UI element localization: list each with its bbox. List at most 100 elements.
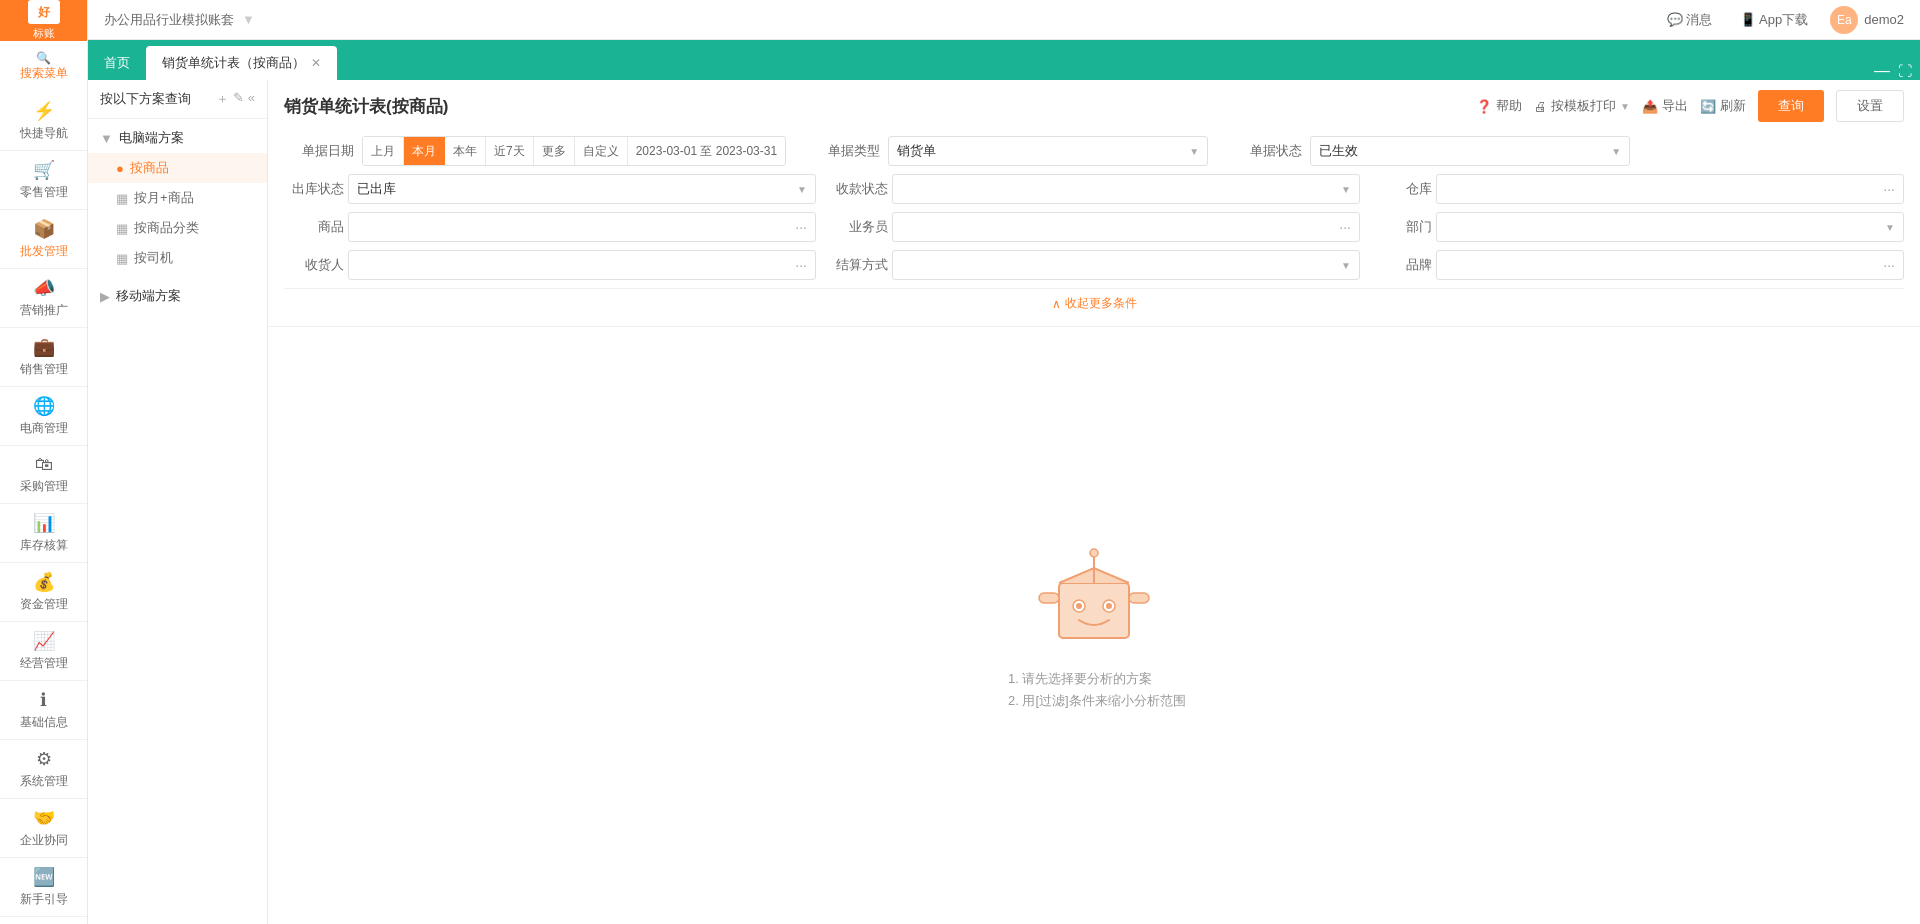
- date-btn-more[interactable]: 更多: [534, 136, 575, 166]
- sidebar-search-label: 搜索菜单: [4, 65, 83, 82]
- sidebar-basic-info-label: 基础信息: [20, 714, 68, 731]
- department-select[interactable]: ▼: [1436, 212, 1904, 242]
- user-label: demo2: [1864, 12, 1904, 27]
- tree-expand-arrow: ▼: [100, 131, 113, 146]
- svg-rect-10: [1129, 593, 1149, 603]
- svg-rect-9: [1039, 593, 1059, 603]
- sidebar-item-purchase[interactable]: 🛍 采购管理: [0, 446, 87, 504]
- filter-row-1: 单据日期 上月 本月 本年 近7天: [284, 136, 1904, 166]
- sidebar-item-quick-nav[interactable]: ⚡ 快捷导航: [0, 92, 87, 151]
- svg-rect-0: [1059, 583, 1129, 638]
- brand-input[interactable]: ···: [1436, 250, 1904, 280]
- filter-panel-title: 按以下方案查询: [100, 90, 191, 108]
- print-icon: 🖨: [1534, 99, 1547, 114]
- date-btn-this-year[interactable]: 本年: [445, 136, 486, 166]
- sidebar-item-retail[interactable]: 🛒 零售管理: [0, 151, 87, 210]
- doc-type-label: 单据类型: [810, 142, 880, 160]
- product-input[interactable]: ···: [348, 212, 816, 242]
- filter-row-4: 收货人 ··· 结算方式 ▼ 品牌: [284, 250, 1904, 280]
- tab-maximize-btn[interactable]: ⛶: [1898, 63, 1912, 79]
- department-arrow: ▼: [1885, 222, 1895, 233]
- collapse-icon[interactable]: «: [248, 90, 255, 108]
- warehouse-field: 仓库 ···: [1372, 174, 1904, 204]
- recipient-input[interactable]: ···: [348, 250, 816, 280]
- breadcrumb-arrow: ▼: [242, 12, 255, 27]
- date-btn-this-month[interactable]: 本月: [404, 136, 445, 166]
- date-btn-last7[interactable]: 近7天: [486, 136, 534, 166]
- tab-window-controls: — ⛶: [1874, 62, 1920, 80]
- sidebar-operations-label: 经营管理: [20, 655, 68, 672]
- cashier-icon: ▦: [116, 251, 128, 266]
- product-icon: ●: [116, 161, 124, 176]
- salesperson-field: 业务员 ···: [828, 212, 1360, 242]
- product-label: 商品: [284, 218, 344, 236]
- doc-type-arrow: ▼: [1189, 146, 1199, 157]
- print-arrow-icon: ▼: [1620, 101, 1630, 112]
- month-product-icon: ▦: [116, 191, 128, 206]
- tree-item-by-cashier-label: 按司机: [134, 249, 173, 267]
- sidebar-item-wholesale[interactable]: 📦 批发管理: [0, 210, 87, 269]
- salesperson-dots: ···: [1339, 219, 1351, 235]
- date-more-label: 更多: [542, 143, 566, 160]
- add-scheme-icon[interactable]: ＋: [216, 90, 229, 108]
- header-left: 办公用品行业模拟账套 ▼: [104, 11, 255, 29]
- empty-tip-1: 请先选择要分析的方案: [1022, 670, 1185, 688]
- print-btn[interactable]: 🖨 按模板打印 ▼: [1534, 97, 1630, 115]
- query-button[interactable]: 查询: [1758, 90, 1824, 122]
- tree-root-desktop[interactable]: ▼ 电脑端方案: [88, 123, 267, 153]
- sidebar-item-operations[interactable]: 📈 经营管理: [0, 622, 87, 681]
- salesperson-input[interactable]: ···: [892, 212, 1360, 242]
- tab-minimize-btn[interactable]: —: [1874, 62, 1890, 80]
- sidebar-item-marketing[interactable]: 📣 营销推广: [0, 269, 87, 328]
- empty-tip-2: 用[过滤]条件来缩小分析范围: [1022, 692, 1185, 710]
- date-btn-custom[interactable]: 自定义: [575, 136, 628, 166]
- tree-item-by-product[interactable]: ● 按商品: [88, 153, 267, 183]
- sidebar-item-sales[interactable]: 💼 销售管理: [0, 328, 87, 387]
- page-title: 销货单统计表(按商品): [284, 95, 448, 118]
- collapse-filter-btn[interactable]: ∧ 收起更多条件: [284, 288, 1904, 318]
- sidebar-item-ecommerce[interactable]: 🌐 电商管理: [0, 387, 87, 446]
- doc-type-select[interactable]: 销货单 ▼: [888, 136, 1208, 166]
- settings-button[interactable]: 设置: [1836, 90, 1904, 122]
- breadcrumb: 办公用品行业模拟账套: [104, 11, 234, 29]
- receipt-status-select[interactable]: ▼: [892, 174, 1360, 204]
- sidebar-item-system[interactable]: ⚙ 系统管理: [0, 740, 87, 799]
- print-label: 按模板打印: [1551, 97, 1616, 115]
- payment-method-select[interactable]: ▼: [892, 250, 1360, 280]
- user-area[interactable]: Ea demo2: [1830, 6, 1904, 34]
- tree-item-by-cashier[interactable]: ▦ 按司机: [88, 243, 267, 273]
- empty-illustration: [1034, 538, 1154, 658]
- tab-sales-stats[interactable]: 销货单统计表（按商品） ✕: [146, 46, 337, 80]
- sidebar-item-onboarding[interactable]: 🆕 新手引导: [0, 858, 87, 917]
- refresh-btn[interactable]: 🔄 刷新: [1700, 97, 1746, 115]
- out-status-select[interactable]: 已出库 ▼: [348, 174, 816, 204]
- brand-dots: ···: [1883, 257, 1895, 273]
- message-btn[interactable]: 💬 消息: [1661, 7, 1718, 33]
- sidebar-item-app-center[interactable]: 📱 应用中心: [0, 917, 87, 924]
- sidebar-enterprise-label: 企业协同: [20, 832, 68, 849]
- tab-close-btn[interactable]: ✕: [311, 56, 321, 70]
- doc-status-arrow: ▼: [1611, 146, 1621, 157]
- out-status-arrow: ▼: [797, 184, 807, 195]
- sidebar-item-search[interactable]: 🔍 搜索菜单: [0, 41, 87, 92]
- logo-icon: 好: [28, 0, 60, 24]
- export-btn[interactable]: 📤 导出: [1642, 97, 1688, 115]
- tree-item-by-product-label: 按商品: [130, 159, 169, 177]
- header-right: 💬 消息 📱 App下载 Ea demo2: [1661, 6, 1904, 34]
- tree-root-mobile[interactable]: ▶ 移动端方案: [88, 281, 267, 311]
- tree-item-by-category[interactable]: ▦ 按商品分类: [88, 213, 267, 243]
- tree-item-by-month-product[interactable]: ▦ 按月+商品: [88, 183, 267, 213]
- sidebar-item-basic-info[interactable]: ℹ 基础信息: [0, 681, 87, 740]
- sidebar-item-inventory[interactable]: 📊 库存核算: [0, 504, 87, 563]
- sidebar-sales-label: 销售管理: [20, 361, 68, 378]
- help-icon: ❓: [1476, 99, 1492, 114]
- sidebar-item-finance[interactable]: 💰 资金管理: [0, 563, 87, 622]
- edit-scheme-icon[interactable]: ✎: [233, 90, 244, 108]
- help-btn[interactable]: ❓ 帮助: [1476, 97, 1522, 115]
- doc-status-select[interactable]: 已生效 ▼: [1310, 136, 1630, 166]
- app-download-btn[interactable]: 📱 App下载: [1734, 7, 1814, 33]
- tab-home[interactable]: 首页: [88, 46, 146, 80]
- sidebar-item-enterprise[interactable]: 🤝 企业协同: [0, 799, 87, 858]
- warehouse-input[interactable]: ···: [1436, 174, 1904, 204]
- date-btn-last-month[interactable]: 上月: [363, 136, 404, 166]
